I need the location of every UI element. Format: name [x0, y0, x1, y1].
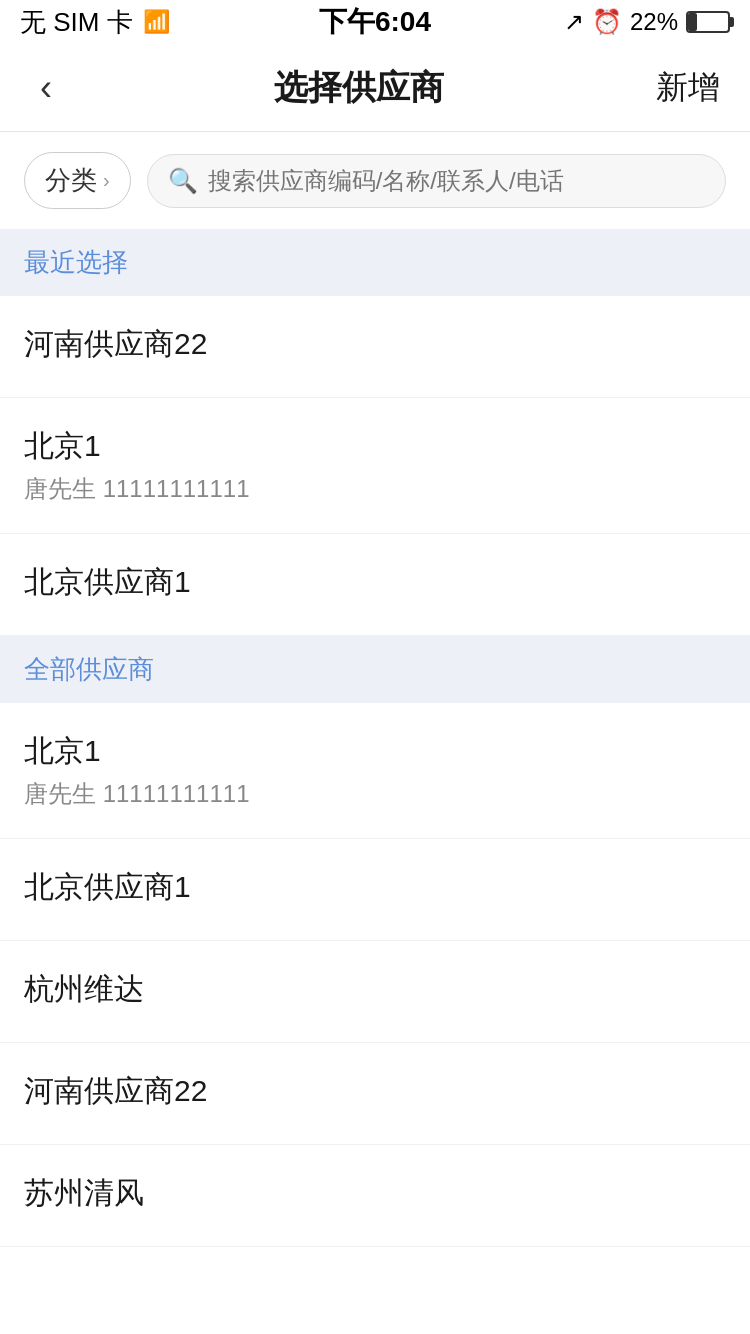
list-item[interactable]: 北京供应商1 [0, 534, 750, 636]
alarm-icon: ⏰ [592, 8, 622, 36]
chevron-right-icon: › [103, 169, 110, 192]
item-sub: 唐先生 11111111111 [24, 778, 726, 810]
recent-items-list: 河南供应商22 北京1 唐先生 11111111111 北京供应商1 [0, 296, 750, 636]
add-button[interactable]: 新增 [656, 66, 720, 110]
search-icon: 🔍 [168, 167, 198, 195]
nav-bar: ‹ 选择供应商 新增 [0, 44, 750, 132]
search-input[interactable] [208, 167, 705, 195]
wifi-icon: 📶 [143, 9, 170, 35]
search-box[interactable]: 🔍 [147, 154, 726, 208]
item-sub: 唐先生 11111111111 [24, 473, 726, 505]
list-item[interactable]: 河南供应商22 [0, 296, 750, 398]
battery-icon [686, 11, 730, 33]
filter-bar: 分类 › 🔍 [0, 132, 750, 229]
sim-label: 无 SIM 卡 [20, 5, 133, 40]
recent-section-header: 最近选择 [0, 229, 750, 296]
item-name: 河南供应商22 [24, 324, 726, 365]
item-name: 河南供应商22 [24, 1071, 726, 1112]
battery-percent: 22% [630, 8, 678, 36]
status-right: ↗ ⏰ 22% [564, 8, 730, 36]
status-time: 下午6:04 [319, 3, 431, 41]
item-name: 杭州维达 [24, 969, 726, 1010]
all-items-list: 北京1 唐先生 11111111111 北京供应商1 杭州维达 河南供应商22 … [0, 703, 750, 1247]
list-item[interactable]: 北京供应商1 [0, 839, 750, 941]
list-item[interactable]: 杭州维达 [0, 941, 750, 1043]
status-left: 无 SIM 卡 📶 [20, 5, 170, 40]
list-item[interactable]: 北京1 唐先生 11111111111 [0, 398, 750, 534]
list-item[interactable]: 苏州清风 [0, 1145, 750, 1247]
item-name: 北京供应商1 [24, 867, 726, 908]
list-item[interactable]: 河南供应商22 [0, 1043, 750, 1145]
item-name: 北京1 [24, 731, 726, 772]
page-title: 选择供应商 [274, 65, 444, 111]
location-icon: ↗ [564, 8, 584, 36]
all-section-header: 全部供应商 [0, 636, 750, 703]
back-button[interactable]: ‹ [30, 57, 62, 119]
item-name: 苏州清风 [24, 1173, 726, 1214]
item-name: 北京供应商1 [24, 562, 726, 603]
status-bar: 无 SIM 卡 📶 下午6:04 ↗ ⏰ 22% [0, 0, 750, 44]
category-label: 分类 [45, 163, 97, 198]
list-item[interactable]: 北京1 唐先生 11111111111 [0, 703, 750, 839]
item-name: 北京1 [24, 426, 726, 467]
category-filter-button[interactable]: 分类 › [24, 152, 131, 209]
